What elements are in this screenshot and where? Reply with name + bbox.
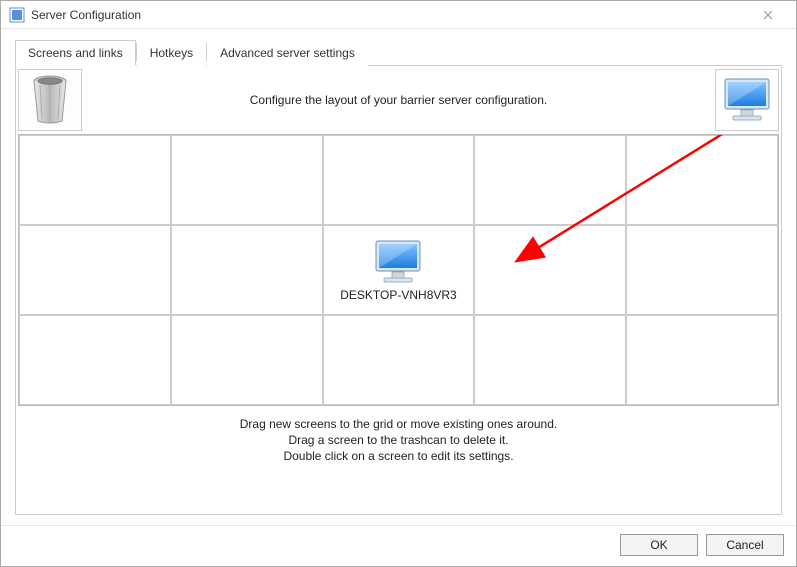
grid-cell[interactable] (171, 135, 323, 225)
new-screen-palette[interactable] (715, 69, 779, 131)
ok-button[interactable]: OK (620, 534, 698, 556)
monitor-icon (721, 76, 773, 124)
grid-cell[interactable] (323, 315, 475, 405)
dialog-buttons: OK Cancel (1, 525, 796, 566)
trash-dropzone[interactable] (18, 69, 82, 131)
hint-line: Drag new screens to the grid or move exi… (16, 416, 781, 432)
hint-line: Double click on a screen to edit its set… (16, 448, 781, 464)
grid-cell-screen[interactable]: DESKTOP-VNH8VR3 (323, 225, 475, 315)
tab-screens-and-links[interactable]: Screens and links (15, 40, 136, 66)
monitor-icon (372, 238, 424, 286)
grid-cell[interactable] (171, 225, 323, 315)
grid-cell[interactable] (19, 135, 171, 225)
tab-hotkeys[interactable]: Hotkeys (137, 40, 206, 66)
grid-cell[interactable] (474, 135, 626, 225)
grid-cell[interactable] (626, 135, 778, 225)
instruction-text: Configure the layout of your barrier ser… (82, 93, 715, 107)
screen-label: DESKTOP-VNH8VR3 (340, 288, 456, 302)
content-area: Screens and links Hotkeys Advanced serve… (1, 29, 796, 525)
tab-panel-screens: Configure the layout of your barrier ser… (15, 66, 782, 515)
grid-cell[interactable] (474, 315, 626, 405)
grid-cell[interactable] (626, 225, 778, 315)
titlebar: Server Configuration (1, 1, 796, 29)
grid-cell[interactable] (323, 135, 475, 225)
grid-cell[interactable] (474, 225, 626, 315)
grid-cell[interactable] (19, 315, 171, 405)
grid-cell[interactable] (19, 225, 171, 315)
top-row: Configure the layout of your barrier ser… (16, 66, 781, 132)
close-icon[interactable] (748, 5, 788, 25)
trash-icon (28, 73, 72, 128)
app-icon (9, 7, 25, 23)
tab-advanced[interactable]: Advanced server settings (207, 40, 368, 66)
window-title: Server Configuration (31, 8, 141, 22)
tab-bar: Screens and links Hotkeys Advanced serve… (15, 39, 782, 66)
hint-text: Drag new screens to the grid or move exi… (16, 408, 781, 479)
screen-grid[interactable]: DESKTOP-VNH8VR3 (18, 134, 779, 406)
server-configuration-window: Server Configuration Screens and links H… (0, 0, 797, 567)
hint-line: Drag a screen to the trashcan to delete … (16, 432, 781, 448)
grid-cell[interactable] (626, 315, 778, 405)
cancel-button[interactable]: Cancel (706, 534, 784, 556)
grid-cell[interactable] (171, 315, 323, 405)
